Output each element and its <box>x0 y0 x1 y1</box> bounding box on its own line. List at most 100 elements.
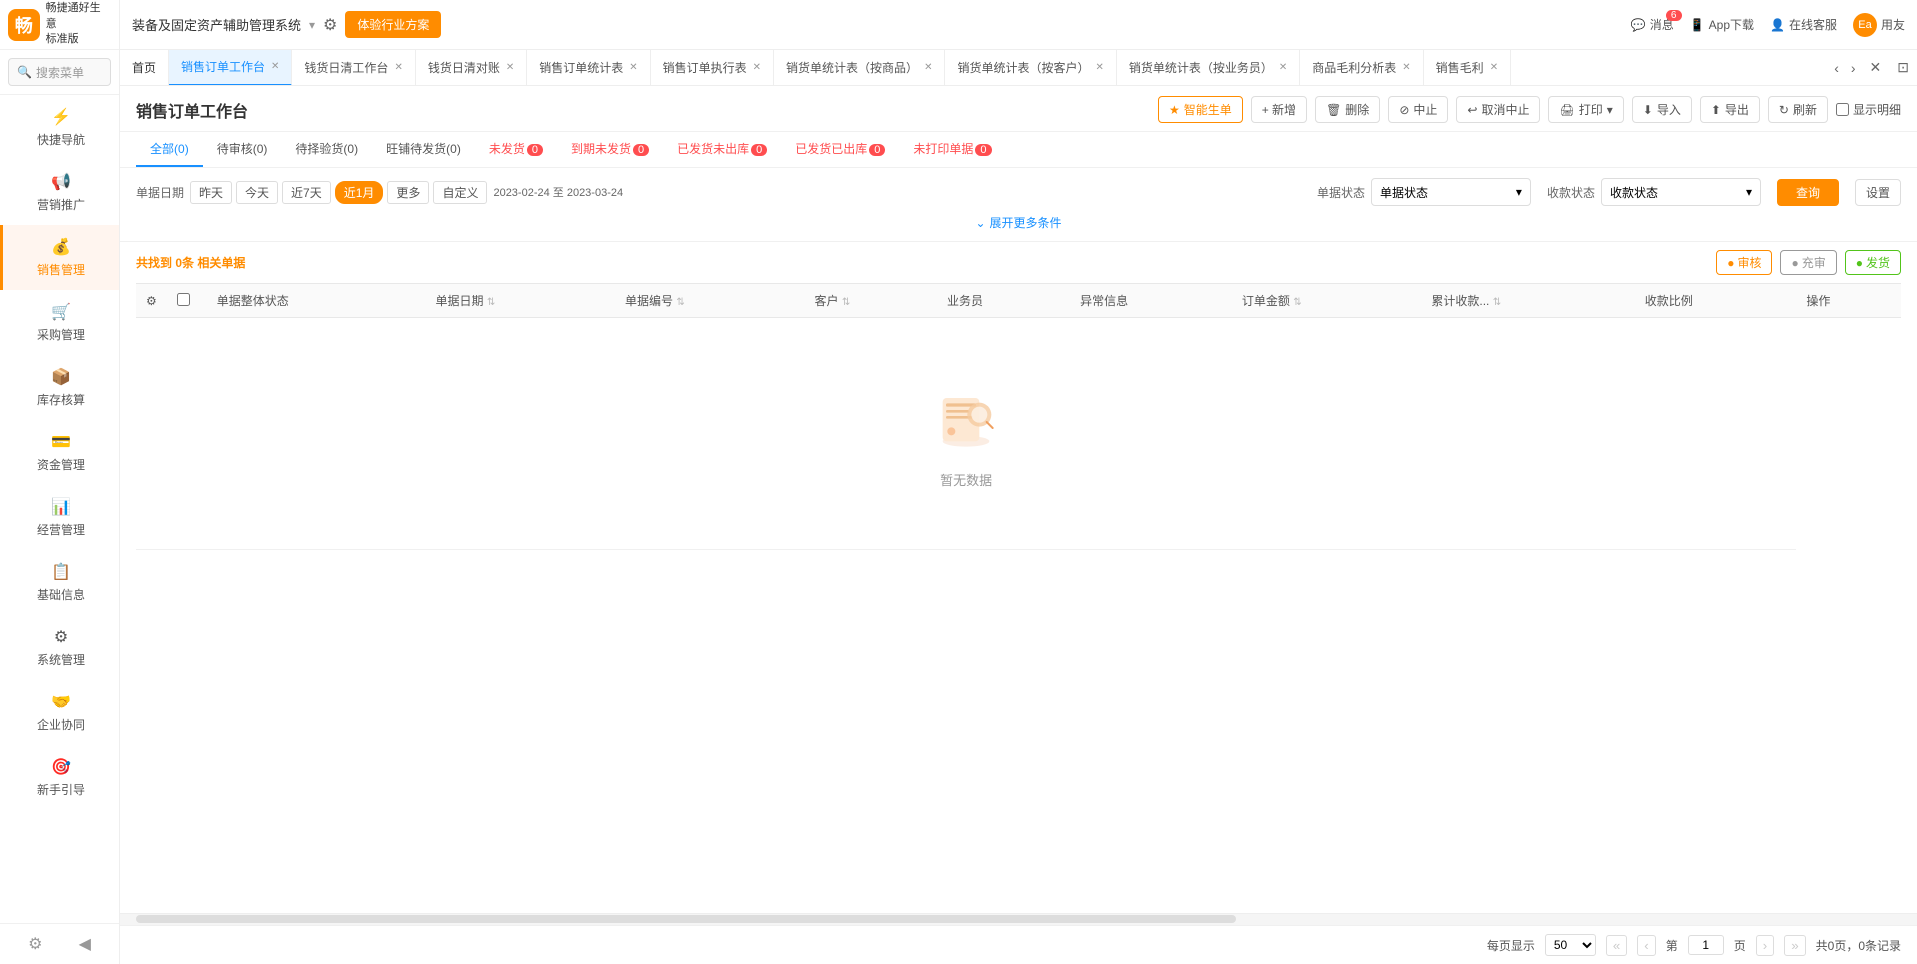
sub-tab-shipped-out[interactable]: 已发货已出库0 <box>781 132 899 167</box>
sub-tab-wangpu[interactable]: 旺铺待发货(0) <box>372 132 475 167</box>
industry-btn[interactable]: 体验行业方案 <box>345 11 441 38</box>
page-input[interactable] <box>1688 935 1724 955</box>
sidebar-item-inventory[interactable]: 📦 库存核算 <box>0 355 119 420</box>
sidebar-item-guide[interactable]: 🎯 新手引导 <box>0 745 119 810</box>
tab-close-sales-stat[interactable]: ✕ <box>629 62 637 73</box>
refresh-btn[interactable]: ↻ 刷新 <box>1768 96 1828 123</box>
date-custom-btn[interactable]: 自定义 <box>433 181 487 204</box>
tab-sales-exec[interactable]: 销售订单执行表 ✕ <box>651 50 774 86</box>
tab-sales-profit[interactable]: 销售毛利 ✕ <box>1424 50 1511 86</box>
payment-select[interactable]: 收款状态 ▾ <box>1601 178 1761 206</box>
number-sort-icon[interactable]: ⇅ <box>676 297 684 308</box>
last-page-btn[interactable]: » <box>1784 935 1805 956</box>
date-last1month-btn[interactable]: 近1月 <box>335 181 384 204</box>
tabs-next-btn[interactable]: › <box>1845 56 1862 80</box>
next-page-btn[interactable]: › <box>1756 935 1774 956</box>
sidebar-settings-icon[interactable]: ⚙ <box>28 934 42 954</box>
tab-close-sales-sum-staff[interactable]: ✕ <box>1279 62 1287 73</box>
collected-sort-icon[interactable]: ⇅ <box>1493 297 1501 308</box>
sidebar-item-marketing[interactable]: 📢 营销推广 <box>0 160 119 225</box>
sub-tab-all[interactable]: 全部(0) <box>136 132 203 167</box>
sidebar-collapse-icon[interactable]: ◀ <box>79 934 91 954</box>
smart-gen-btn[interactable]: ★ 智能生单 <box>1158 96 1243 123</box>
stop-btn[interactable]: ⊘ 中止 <box>1388 96 1448 123</box>
status-select[interactable]: 单据状态 ▾ <box>1371 178 1531 206</box>
message-btn[interactable]: 💬 6 消息 <box>1631 16 1674 33</box>
tab-sales-sum-product[interactable]: 销货单统计表（按商品） ✕ <box>774 50 945 86</box>
tab-close-cash-daily[interactable]: ✕ <box>394 62 402 73</box>
sidebar-item-basic[interactable]: 📋 基础信息 <box>0 550 119 615</box>
topbar-settings-icon[interactable]: ⚙ <box>323 15 337 35</box>
th-customer[interactable]: 客户 ⇅ <box>805 284 938 318</box>
th-collected[interactable]: 累计收款... ⇅ <box>1421 284 1634 318</box>
sidebar-item-operations[interactable]: 📊 经营管理 <box>0 485 119 550</box>
sub-tab-pending-review[interactable]: 待审核(0) <box>203 132 282 167</box>
tab-sales-stat[interactable]: 销售订单统计表 ✕ <box>527 50 650 86</box>
import-btn[interactable]: ⬇ 导入 <box>1632 96 1692 123</box>
sidebar-item-finance[interactable]: 💳 资金管理 <box>0 420 119 485</box>
date-sort-icon[interactable]: ⇅ <box>487 297 495 308</box>
show-detail-checkbox[interactable]: 显示明细 <box>1836 101 1901 118</box>
tab-close-sales-exec[interactable]: ✕ <box>753 62 761 73</box>
date-last7-btn[interactable]: 近7天 <box>282 181 331 204</box>
tab-close-sales-workbench[interactable]: ✕ <box>271 61 279 72</box>
delete-btn[interactable]: 🗑 删除 <box>1315 96 1380 123</box>
prev-page-btn[interactable]: ‹ <box>1637 935 1655 956</box>
add-btn[interactable]: + 新增 <box>1251 96 1307 123</box>
online-service-btn[interactable]: 👤 在线客服 <box>1770 16 1837 33</box>
date-yesterday-btn[interactable]: 昨天 <box>190 181 232 204</box>
scroll-track[interactable] <box>136 915 1236 923</box>
tab-gross-profit[interactable]: 商品毛利分析表 ✕ <box>1300 50 1423 86</box>
system-dropdown-icon[interactable]: ▾ <box>309 18 315 32</box>
tab-cash-reconcile[interactable]: 钱货日清对账 ✕ <box>416 50 527 86</box>
first-page-btn[interactable]: « <box>1606 935 1627 956</box>
query-btn[interactable]: 查询 <box>1777 179 1839 206</box>
cancel-review-btn[interactable]: ● 充审 <box>1780 250 1836 275</box>
sidebar-item-quick-nav[interactable]: ⚡ 快捷导航 <box>0 95 119 160</box>
sub-tab-not-shipped[interactable]: 未发货0 <box>475 132 557 167</box>
sub-tab-pending-check[interactable]: 待择验货(0) <box>281 132 372 167</box>
sidebar-item-cooperation[interactable]: 🤝 企业协同 <box>0 680 119 745</box>
tab-close-sales-sum-customer[interactable]: ✕ <box>1095 62 1103 73</box>
tab-home[interactable]: 首页 <box>120 50 169 86</box>
show-detail-input[interactable] <box>1836 103 1849 116</box>
print-btn[interactable]: 🖨 打印 ▾ <box>1548 96 1623 123</box>
filter-settings-btn[interactable]: 设置 <box>1855 179 1901 206</box>
amount-sort-icon[interactable]: ⇅ <box>1293 297 1301 308</box>
date-more-btn[interactable]: 更多 <box>387 181 429 204</box>
select-all-checkbox[interactable] <box>177 293 190 306</box>
sub-tab-not-printed[interactable]: 未打印单据0 <box>899 132 1005 167</box>
th-amount[interactable]: 订单金额 ⇅ <box>1232 284 1422 318</box>
review-btn[interactable]: ● 审核 <box>1716 250 1772 275</box>
sidebar-item-system[interactable]: ⚙ 系统管理 <box>0 615 119 680</box>
page-size-select[interactable]: 50 10 20 100 <box>1545 934 1596 956</box>
ship-btn[interactable]: ● 发货 <box>1845 250 1901 275</box>
tab-close-cash-reconcile[interactable]: ✕ <box>506 62 514 73</box>
tab-sales-workbench[interactable]: 销售订单工作台 ✕ <box>169 50 292 86</box>
tabs-expand-btn[interactable]: ⊡ <box>1889 55 1917 80</box>
export-btn[interactable]: ⬆ 导出 <box>1700 96 1760 123</box>
th-date[interactable]: 单据日期 ⇅ <box>425 284 615 318</box>
th-checkbox[interactable] <box>167 284 207 318</box>
tab-close-sales-profit[interactable]: ✕ <box>1490 62 1498 73</box>
bottom-scroll[interactable] <box>120 913 1917 925</box>
user-menu[interactable]: Ea 用友 <box>1853 13 1905 37</box>
date-today-btn[interactable]: 今天 <box>236 181 278 204</box>
tab-sales-sum-customer[interactable]: 销货单统计表（按客户） ✕ <box>945 50 1116 86</box>
app-download-btn[interactable]: 📱 App下载 <box>1690 16 1754 33</box>
tab-sales-sum-staff[interactable]: 销货单统计表（按业务员） ✕ <box>1117 50 1300 86</box>
search-menu-button[interactable]: 🔍 搜索菜单 <box>8 58 111 86</box>
th-settings[interactable]: ⚙ <box>136 284 167 318</box>
tabs-prev-btn[interactable]: ‹ <box>1828 56 1845 80</box>
sub-tab-shipped-not-out[interactable]: 已发货未出库0 <box>663 132 781 167</box>
expand-more-btn[interactable]: ⌄ 展开更多条件 <box>975 214 1061 231</box>
sidebar-item-sales[interactable]: 💰 销售管理 <box>0 225 119 290</box>
tab-cash-daily[interactable]: 钱货日清工作台 ✕ <box>292 50 415 86</box>
customer-sort-icon[interactable]: ⇅ <box>842 297 850 308</box>
sub-tab-expired-not-shipped[interactable]: 到期未发货0 <box>557 132 663 167</box>
tab-close-sales-sum-product[interactable]: ✕ <box>924 62 932 73</box>
tab-close-gross-profit[interactable]: ✕ <box>1402 62 1410 73</box>
sidebar-item-purchase[interactable]: 🛒 采购管理 <box>0 290 119 355</box>
cancel-stop-btn[interactable]: ↩ 取消中止 <box>1456 96 1540 123</box>
th-number[interactable]: 单据编号 ⇅ <box>615 284 805 318</box>
